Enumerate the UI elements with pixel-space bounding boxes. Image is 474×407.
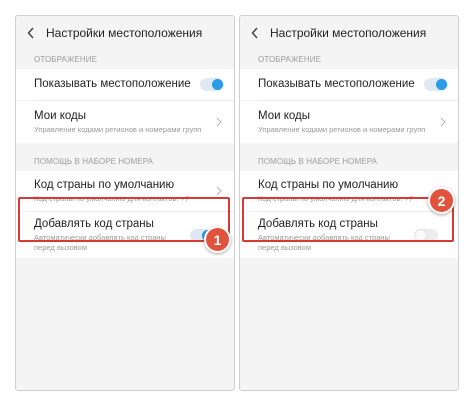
back-arrow-icon [251, 26, 258, 39]
show-location-toggle[interactable] [424, 78, 448, 91]
section-header-display: ОТОБРАЖЕНИЕ [34, 54, 98, 64]
highlight-box [242, 197, 454, 242]
step-badge-1: 1 [204, 226, 231, 253]
back-arrow-icon [27, 26, 34, 39]
chevron-right-icon [216, 186, 222, 196]
step-badge-2: 2 [428, 187, 455, 214]
my-codes-label: Мои коды [34, 109, 87, 122]
section-header-display: ОТОБРАЖЕНИЕ [258, 54, 322, 64]
top-bar: Настройки местоположения [16, 16, 234, 49]
default-country-code-label: Код страны по умолчанию [34, 178, 175, 191]
back-button[interactable] [240, 16, 270, 49]
default-country-code-label: Код страны по умолчанию [258, 178, 399, 191]
my-codes-subtitle: Управление кодами регионов и номерами гр… [34, 125, 202, 135]
my-codes-row[interactable]: Мои коды Управление кодами регионов и но… [240, 101, 458, 143]
show-location-label: Показывать местоположение [34, 78, 191, 91]
my-codes-label: Мои коды [258, 109, 311, 122]
show-location-toggle[interactable] [200, 78, 224, 91]
my-codes-row[interactable]: Мои коды Управление кодами регионов и но… [16, 101, 234, 143]
page-title: Настройки местоположения [46, 25, 203, 40]
toggle-knob [436, 79, 447, 90]
show-location-label: Показывать местоположение [258, 78, 415, 91]
chevron-right-icon [216, 117, 222, 127]
show-location-row[interactable]: Показывать местоположение [240, 69, 458, 100]
chevron-right-icon [440, 117, 446, 127]
highlight-box [18, 197, 230, 242]
back-button[interactable] [16, 16, 46, 49]
section-header-dial-assist: ПОМОЩЬ В НАБОРЕ НОМЕРА [34, 156, 154, 166]
top-bar: Настройки местоположения [240, 16, 458, 49]
my-codes-subtitle: Управление кодами регионов и номерами гр… [258, 125, 426, 135]
show-location-row[interactable]: Показывать местоположение [16, 69, 234, 100]
page-title: Настройки местоположения [270, 25, 427, 40]
toggle-knob [212, 79, 223, 90]
section-header-dial-assist: ПОМОЩЬ В НАБОРЕ НОМЕРА [258, 156, 378, 166]
